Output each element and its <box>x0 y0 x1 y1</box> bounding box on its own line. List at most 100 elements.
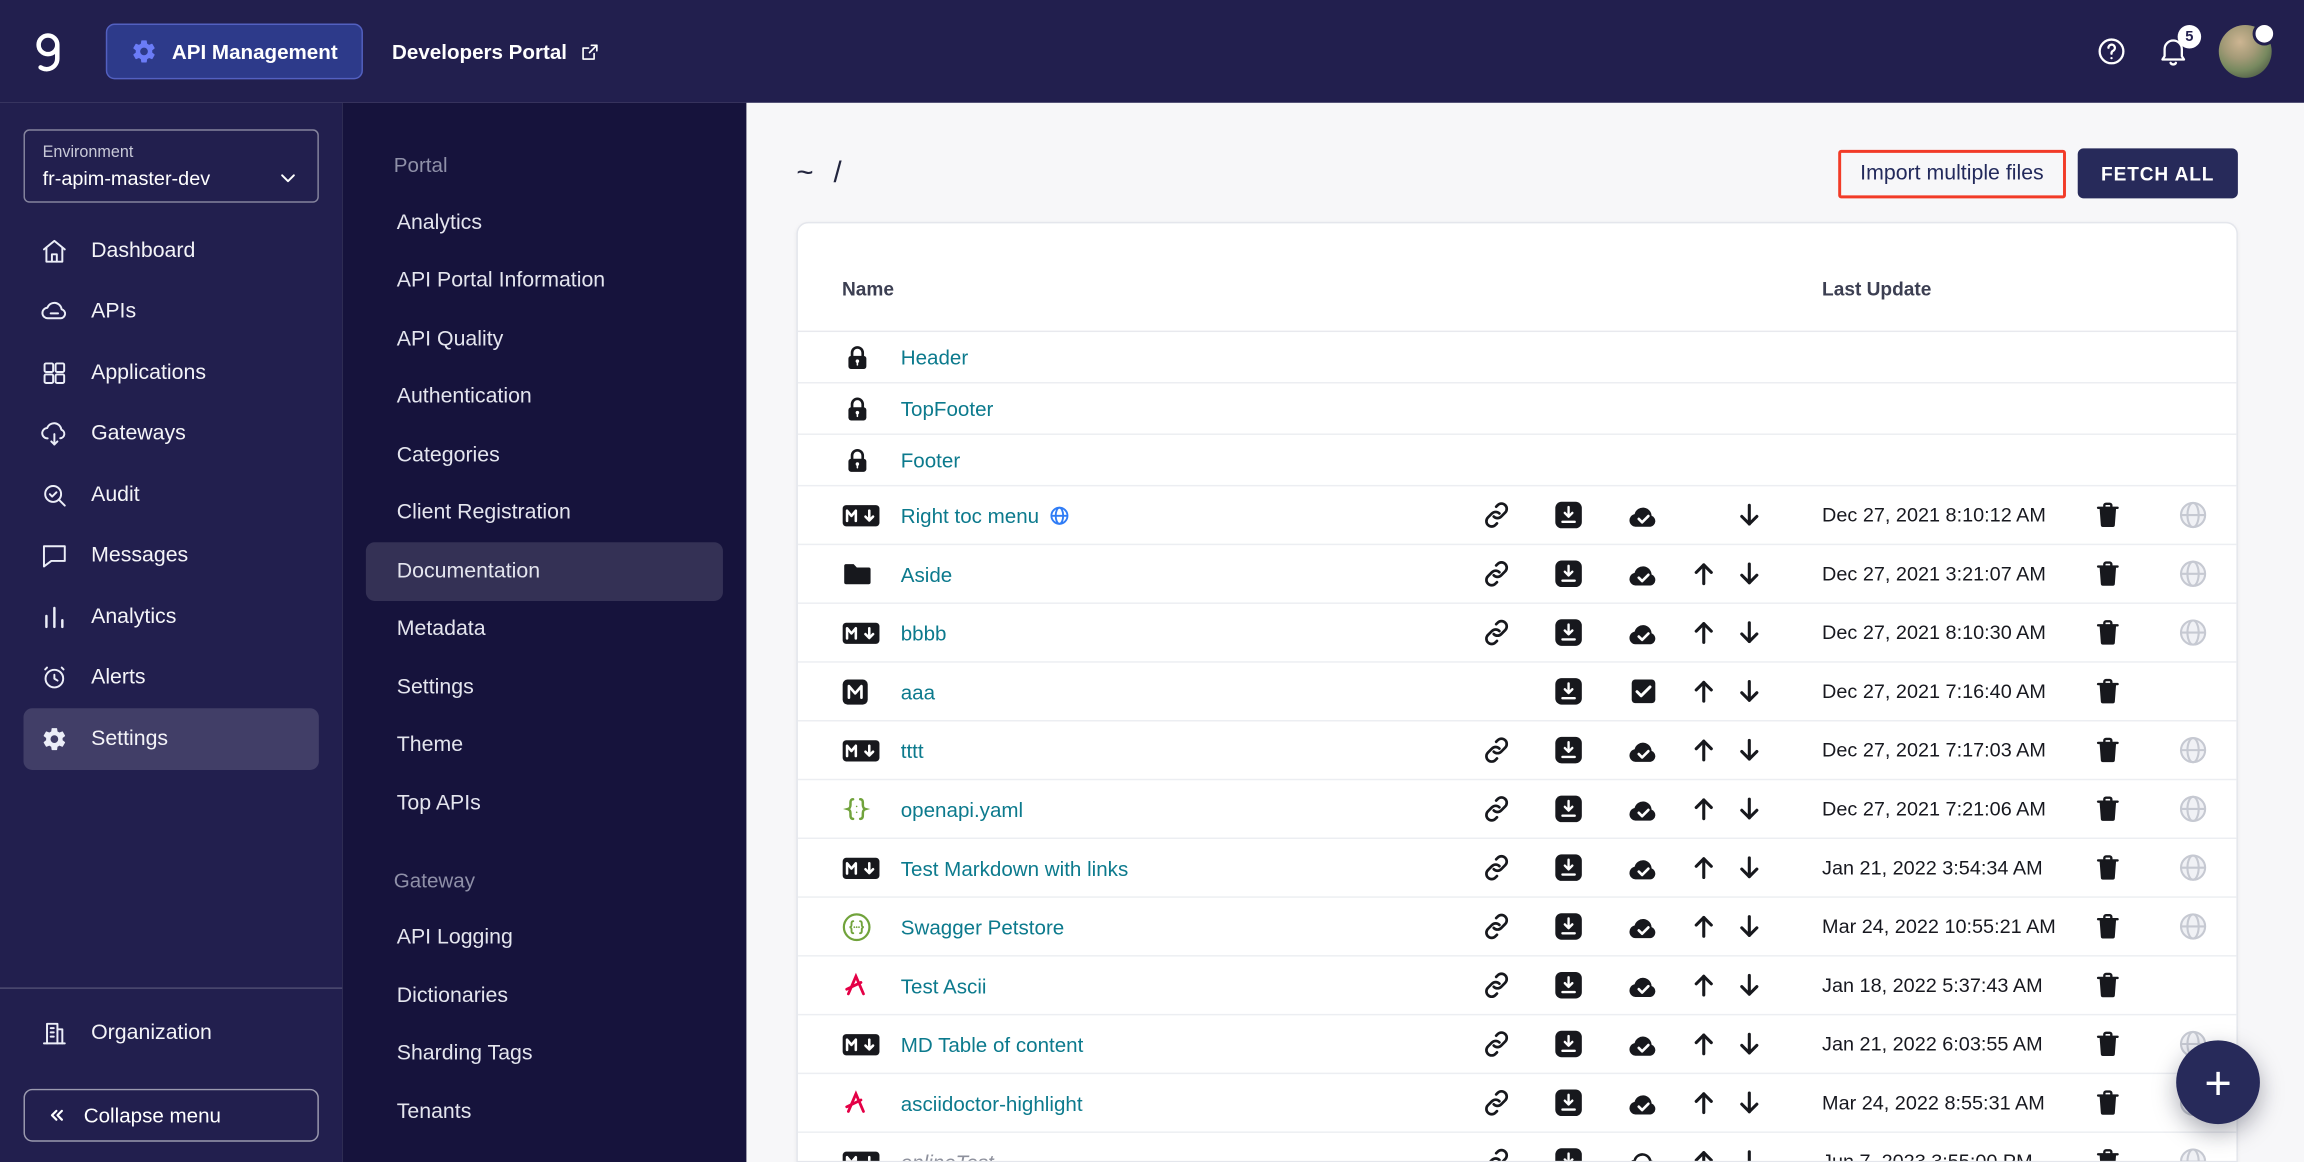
page-link-button[interactable] <box>1480 735 1511 766</box>
publish-status-button[interactable] <box>1626 1031 1660 1057</box>
move-down-button[interactable] <box>1735 1148 1763 1161</box>
import-multiple-files-button[interactable]: Import multiple files <box>1838 149 2066 198</box>
move-down-button[interactable] <box>1735 501 1763 529</box>
delete-button[interactable] <box>2095 1089 2120 1117</box>
developers-portal-link[interactable]: Developers Portal <box>392 40 601 63</box>
fetch-all-button[interactable]: FETCH ALL <box>2077 148 2238 199</box>
environment-selector[interactable]: Environment fr-apim-master-dev <box>23 129 319 203</box>
page-link-button[interactable] <box>1480 793 1511 824</box>
notifications-button[interactable]: 5 <box>2157 24 2202 67</box>
move-up-button[interactable] <box>1689 854 1717 882</box>
page-name-link[interactable]: Aside <box>901 562 952 586</box>
save-page-button[interactable] <box>1554 677 1582 705</box>
page-name-link[interactable]: onlineTest <box>901 1150 994 1161</box>
page-link-button[interactable] <box>1480 500 1511 531</box>
publish-status-button[interactable] <box>1626 972 1660 998</box>
delete-button[interactable] <box>2095 854 2120 882</box>
page-name-link[interactable]: openapi.yaml <box>901 797 1023 821</box>
visibility-globe-button[interactable] <box>2177 617 2208 648</box>
publish-status-button[interactable] <box>1626 1090 1660 1116</box>
move-up-button[interactable] <box>1689 912 1717 940</box>
move-down-button[interactable] <box>1735 1089 1763 1117</box>
page-link-button[interactable] <box>1480 970 1511 1001</box>
sidebar-item-apis[interactable]: APIs <box>24 281 319 342</box>
sidebar-item-audit[interactable]: Audit <box>24 464 319 525</box>
move-down-button[interactable] <box>1735 736 1763 764</box>
publish-status-button[interactable] <box>1626 1148 1660 1161</box>
move-down-button[interactable] <box>1735 1030 1763 1058</box>
breadcrumb[interactable]: ~ / <box>796 156 847 190</box>
move-down-button[interactable] <box>1735 854 1763 882</box>
menu-item-dictionaries[interactable]: Dictionaries <box>366 967 723 1025</box>
publish-status-button[interactable] <box>1626 913 1660 939</box>
visibility-globe-button[interactable] <box>2177 911 2208 942</box>
delete-button[interactable] <box>2095 1148 2120 1161</box>
publish-status-button[interactable] <box>1626 619 1660 645</box>
visibility-globe-button[interactable] <box>2177 500 2208 531</box>
publish-status-button[interactable] <box>1626 502 1660 528</box>
page-link-button[interactable] <box>1480 617 1511 648</box>
page-name-link[interactable]: tttt <box>901 738 924 762</box>
menu-item-metadata[interactable]: Metadata <box>366 600 723 658</box>
page-name-link[interactable]: asciidoctor-highlight <box>901 1091 1083 1115</box>
delete-button[interactable] <box>2095 912 2120 940</box>
menu-item-analytics[interactable]: Analytics <box>366 194 723 252</box>
save-page-button[interactable] <box>1554 619 1582 647</box>
delete-button[interactable] <box>2095 1030 2120 1058</box>
publish-status-button[interactable] <box>1626 854 1660 880</box>
move-up-button[interactable] <box>1689 560 1717 588</box>
page-link-button[interactable] <box>1480 911 1511 942</box>
sidebar-item-messages[interactable]: Messages <box>24 525 319 586</box>
menu-item-documentation[interactable]: Documentation <box>365 542 723 601</box>
page-link-button[interactable] <box>1480 1029 1511 1060</box>
move-up-button[interactable] <box>1689 1089 1717 1117</box>
menu-item-sharding-tags[interactable]: Sharding Tags <box>366 1025 723 1083</box>
save-page-button[interactable] <box>1554 795 1582 823</box>
delete-button[interactable] <box>2095 560 2120 588</box>
publish-status-button[interactable] <box>1626 737 1660 763</box>
delete-button[interactable] <box>2095 971 2120 999</box>
visibility-globe-button[interactable] <box>2177 852 2208 883</box>
move-up-button[interactable] <box>1689 1148 1717 1161</box>
move-up-button[interactable] <box>1689 1030 1717 1058</box>
page-link-button[interactable] <box>1480 852 1511 883</box>
delete-button[interactable] <box>2095 619 2120 647</box>
page-name-link[interactable]: Footer <box>901 448 960 472</box>
page-name-link[interactable]: Test Markdown with links <box>901 856 1129 880</box>
menu-item-authentication[interactable]: Authentication <box>366 368 723 426</box>
collapse-menu-button[interactable]: Collapse menu <box>23 1088 319 1142</box>
move-down-button[interactable] <box>1735 560 1763 588</box>
save-page-button[interactable] <box>1554 971 1582 999</box>
save-page-button[interactable] <box>1554 501 1582 529</box>
publish-status-button[interactable] <box>1630 679 1655 704</box>
menu-item-top-apis[interactable]: Top APIs <box>366 774 723 832</box>
user-avatar[interactable] <box>2218 22 2277 78</box>
move-down-button[interactable] <box>1735 912 1763 940</box>
visibility-globe-button[interactable] <box>2177 793 2208 824</box>
menu-item-theme[interactable]: Theme <box>366 716 723 774</box>
page-name-link[interactable]: bbbb <box>901 621 947 645</box>
page-link-button[interactable] <box>1480 1087 1511 1118</box>
gravitee-logo-icon[interactable] <box>32 30 67 73</box>
save-page-button[interactable] <box>1554 736 1582 764</box>
save-page-button[interactable] <box>1554 1030 1582 1058</box>
move-up-button[interactable] <box>1689 971 1717 999</box>
sidebar-item-applications[interactable]: Applications <box>24 342 319 403</box>
page-name-link[interactable]: aaa <box>901 680 935 704</box>
menu-item-api-quality[interactable]: API Quality <box>366 310 723 368</box>
visibility-globe-button[interactable] <box>2177 558 2208 589</box>
menu-item-api-portal-information[interactable]: API Portal Information <box>366 252 723 310</box>
move-down-button[interactable] <box>1735 619 1763 647</box>
visibility-globe-button[interactable] <box>2177 735 2208 766</box>
move-up-button[interactable] <box>1689 795 1717 823</box>
delete-button[interactable] <box>2095 677 2120 705</box>
visibility-globe-button[interactable] <box>2177 1146 2208 1161</box>
save-page-button[interactable] <box>1554 560 1582 588</box>
page-link-button[interactable] <box>1480 558 1511 589</box>
move-down-button[interactable] <box>1735 677 1763 705</box>
publish-status-button[interactable] <box>1626 561 1660 587</box>
delete-button[interactable] <box>2095 736 2120 764</box>
move-up-button[interactable] <box>1689 736 1717 764</box>
menu-item-api-logging[interactable]: API Logging <box>366 909 723 967</box>
publish-status-button[interactable] <box>1626 796 1660 822</box>
